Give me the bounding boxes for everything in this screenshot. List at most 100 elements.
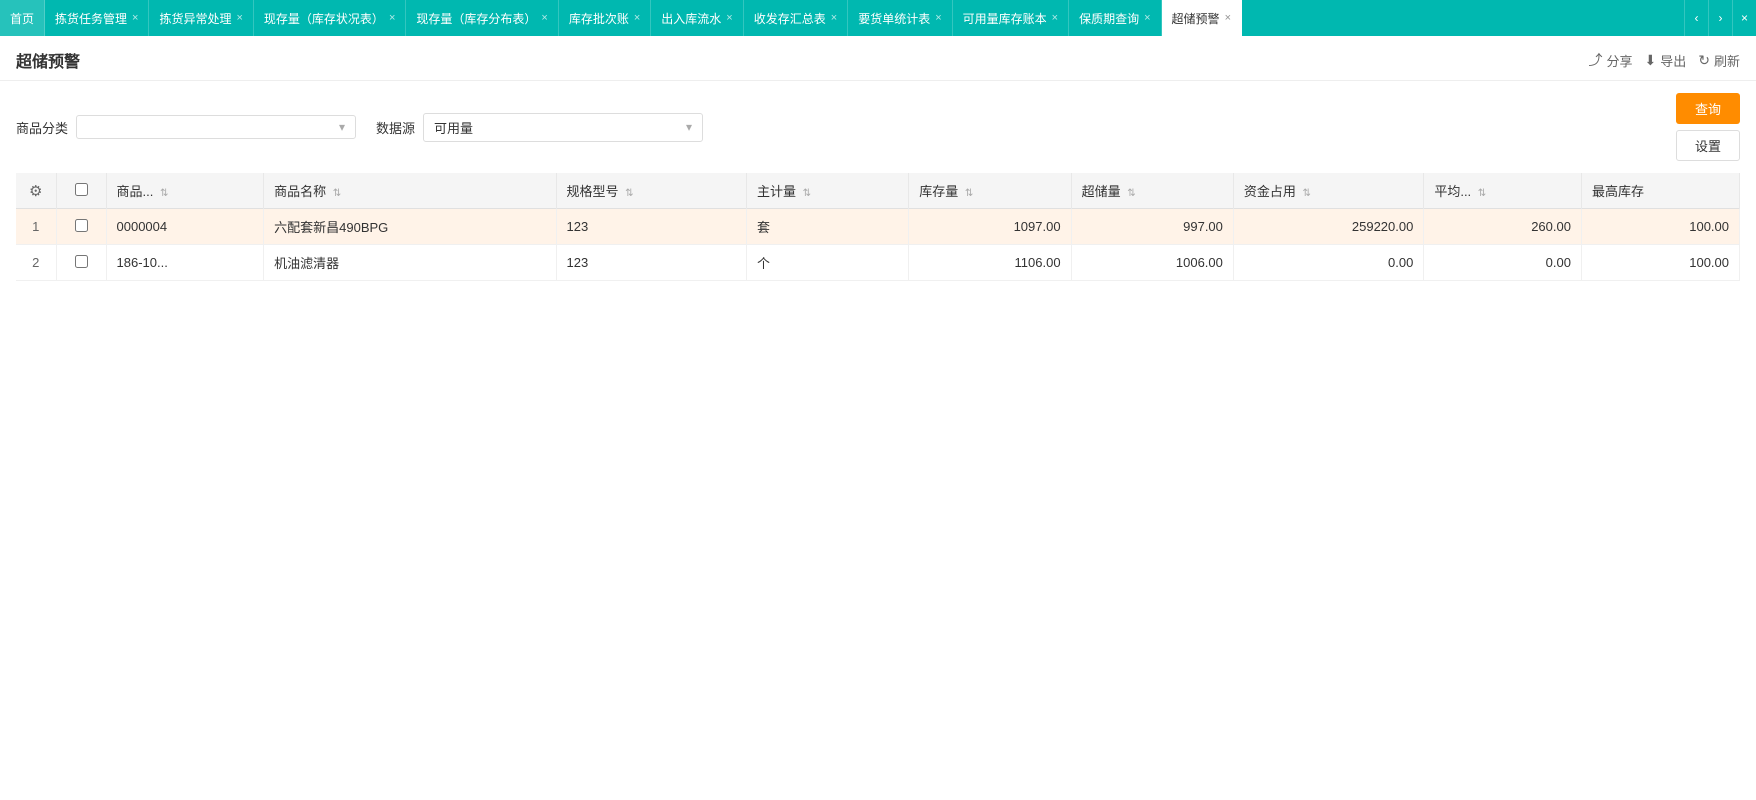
share-label: 分享 xyxy=(1606,51,1632,70)
nav-tab-available-ledger[interactable]: 可用量库存账本 × xyxy=(953,0,1069,36)
row2-checkbox[interactable] xyxy=(75,255,88,268)
chevron-down-icon-2: ▾ xyxy=(686,120,692,134)
nav-arrow-left[interactable]: ‹ xyxy=(1684,0,1708,36)
settings-button[interactable]: 设置 xyxy=(1676,130,1740,161)
nav-tab-stock-dist-close[interactable]: × xyxy=(541,12,547,24)
nav-tab-batch[interactable]: 库存批次账 × xyxy=(559,0,651,36)
row1-product-name: 六配套新昌490BPG xyxy=(264,209,556,245)
nav-arrow-controls: ‹ › × xyxy=(1684,0,1756,36)
table-header-row: ⚙ 商品... ⇅ 商品名称 ⇅ 规格型号 ⇅ xyxy=(16,173,1740,209)
nav-tab-abnormal-label: 拣货异常处理 xyxy=(159,10,231,27)
row2-capital: 0.00 xyxy=(1233,245,1423,281)
nav-tab-stock-status-close[interactable]: × xyxy=(389,12,395,24)
nav-tab-task-mgmt[interactable]: 拣货任务管理 × xyxy=(45,0,149,36)
category-label: 商品分类 xyxy=(16,118,68,137)
row1-max-stock: 100.00 xyxy=(1581,209,1739,245)
nav-tab-collect-label: 收发存汇总表 xyxy=(754,10,826,27)
row2-max-stock: 100.00 xyxy=(1581,245,1739,281)
nav-tab-overstock[interactable]: 超储预警 × xyxy=(1162,0,1242,36)
col-max-stock-label: 最高库存 xyxy=(1592,184,1644,199)
row1-avg: 260.00 xyxy=(1424,209,1582,245)
col-avg[interactable]: 平均... ⇅ xyxy=(1424,173,1582,209)
col-product-name[interactable]: 商品名称 ⇅ xyxy=(264,173,556,209)
nav-tab-batch-close[interactable]: × xyxy=(634,12,640,24)
refresh-button[interactable]: ↻ 刷新 xyxy=(1698,51,1740,70)
sort-icon-stock: ⇅ xyxy=(965,188,973,199)
row1-capital: 259220.00 xyxy=(1233,209,1423,245)
row2-product-code: 186-10... xyxy=(106,245,264,281)
nav-tab-stock-dist[interactable]: 现存量（库存分布表） × xyxy=(406,0,558,36)
table-row: 2 186-10... 机油滤清器 123 个 1106.00 1006.00 … xyxy=(16,245,1740,281)
nav-tab-abnormal-close[interactable]: × xyxy=(236,12,242,24)
col-unit-label: 主计量 xyxy=(757,184,796,199)
col-capital[interactable]: 资金占用 ⇅ xyxy=(1233,173,1423,209)
nav-tab-inout-flow-close[interactable]: × xyxy=(726,12,732,24)
col-spec-label: 规格型号 xyxy=(567,184,619,199)
nav-tab-collect-close[interactable]: × xyxy=(831,12,837,24)
nav-tab-quality-close[interactable]: × xyxy=(1144,12,1150,24)
nav-tab-stock-dist-label: 现存量（库存分布表） xyxy=(416,10,536,27)
export-button[interactable]: ⬇ 导出 xyxy=(1645,51,1687,70)
row2-stock: 1106.00 xyxy=(909,245,1071,281)
query-button[interactable]: 查询 xyxy=(1676,93,1740,124)
share-button[interactable]: ⤴ 分享 xyxy=(1588,50,1632,70)
nav-tab-overstock-close[interactable]: × xyxy=(1225,12,1231,24)
row2-avg: 0.00 xyxy=(1424,245,1582,281)
nav-arrow-more[interactable]: × xyxy=(1732,0,1756,36)
sort-icon-product-code: ⇅ xyxy=(160,188,168,199)
col-overstock-label: 超储量 xyxy=(1082,184,1121,199)
row2-unit: 个 xyxy=(746,245,908,281)
sort-icon-spec: ⇅ xyxy=(625,188,633,199)
gear-icon[interactable]: ⚙ xyxy=(29,183,42,200)
row2-checkbox-cell xyxy=(56,245,106,281)
nav-tab-available-ledger-label: 可用量库存账本 xyxy=(963,10,1047,27)
row2-index: 2 xyxy=(16,245,56,281)
table-row: 1 0000004 六配套新昌490BPG 123 套 1097.00 997.… xyxy=(16,209,1740,245)
row1-index: 1 xyxy=(16,209,56,245)
nav-arrow-right[interactable]: › xyxy=(1708,0,1732,36)
sort-icon-overstock: ⇅ xyxy=(1127,188,1135,199)
row1-spec: 123 xyxy=(556,209,746,245)
nav-tab-quality[interactable]: 保质期查询 × xyxy=(1069,0,1161,36)
sort-icon-unit: ⇅ xyxy=(803,188,811,199)
nav-tab-order-stat[interactable]: 要货单统计表 × xyxy=(848,0,952,36)
share-icon: ⤴ xyxy=(1588,50,1602,70)
row2-spec: 123 xyxy=(556,245,746,281)
nav-tab-task-mgmt-close[interactable]: × xyxy=(132,12,138,24)
nav-tab-collect[interactable]: 收发存汇总表 × xyxy=(744,0,848,36)
category-select[interactable]: ▾ xyxy=(76,115,356,139)
datasource-select-value: 可用量 xyxy=(434,118,678,137)
select-all-checkbox[interactable] xyxy=(75,183,88,196)
nav-tab-inout-flow[interactable]: 出入库流水 × xyxy=(651,0,743,36)
nav-tab-stock-status[interactable]: 现存量（库存状况表） × xyxy=(254,0,406,36)
nav-tab-available-ledger-close[interactable]: × xyxy=(1052,12,1058,24)
row1-checkbox[interactable] xyxy=(75,219,88,232)
filter-bar: 商品分类 ▾ 数据源 可用量 ▾ 查询 设置 xyxy=(0,81,1756,173)
col-settings[interactable]: ⚙ xyxy=(16,173,56,209)
row1-stock: 1097.00 xyxy=(909,209,1071,245)
nav-tab-overstock-label: 超储预警 xyxy=(1172,10,1220,27)
export-label: 导出 xyxy=(1660,51,1686,70)
nav-tab-task-mgmt-label: 拣货任务管理 xyxy=(55,10,127,27)
col-product-code[interactable]: 商品... ⇅ xyxy=(106,173,264,209)
col-overstock[interactable]: 超储量 ⇅ xyxy=(1071,173,1233,209)
row1-checkbox-cell xyxy=(56,209,106,245)
nav-tab-home[interactable]: 首页 xyxy=(0,0,45,36)
page-header: 超储预警 ⤴ 分享 ⬇ 导出 ↻ 刷新 xyxy=(0,36,1756,81)
datasource-filter: 数据源 可用量 ▾ xyxy=(376,113,703,142)
row2-overstock: 1006.00 xyxy=(1071,245,1233,281)
nav-tab-abnormal[interactable]: 拣货异常处理 × xyxy=(149,0,253,36)
col-spec[interactable]: 规格型号 ⇅ xyxy=(556,173,746,209)
export-icon: ⬇ xyxy=(1645,52,1657,69)
sort-icon-avg: ⇅ xyxy=(1478,188,1486,199)
datasource-select[interactable]: 可用量 ▾ xyxy=(423,113,703,142)
table-container: ⚙ 商品... ⇅ 商品名称 ⇅ 规格型号 ⇅ xyxy=(0,173,1756,281)
filter-buttons: 查询 设置 xyxy=(1676,93,1740,161)
nav-tab-order-stat-close[interactable]: × xyxy=(935,12,941,24)
col-unit[interactable]: 主计量 ⇅ xyxy=(746,173,908,209)
col-stock[interactable]: 库存量 ⇅ xyxy=(909,173,1071,209)
sort-icon-capital: ⇅ xyxy=(1303,188,1311,199)
refresh-label: 刷新 xyxy=(1714,51,1740,70)
nav-tab-batch-label: 库存批次账 xyxy=(569,10,629,27)
page-title: 超储预警 xyxy=(16,48,80,72)
